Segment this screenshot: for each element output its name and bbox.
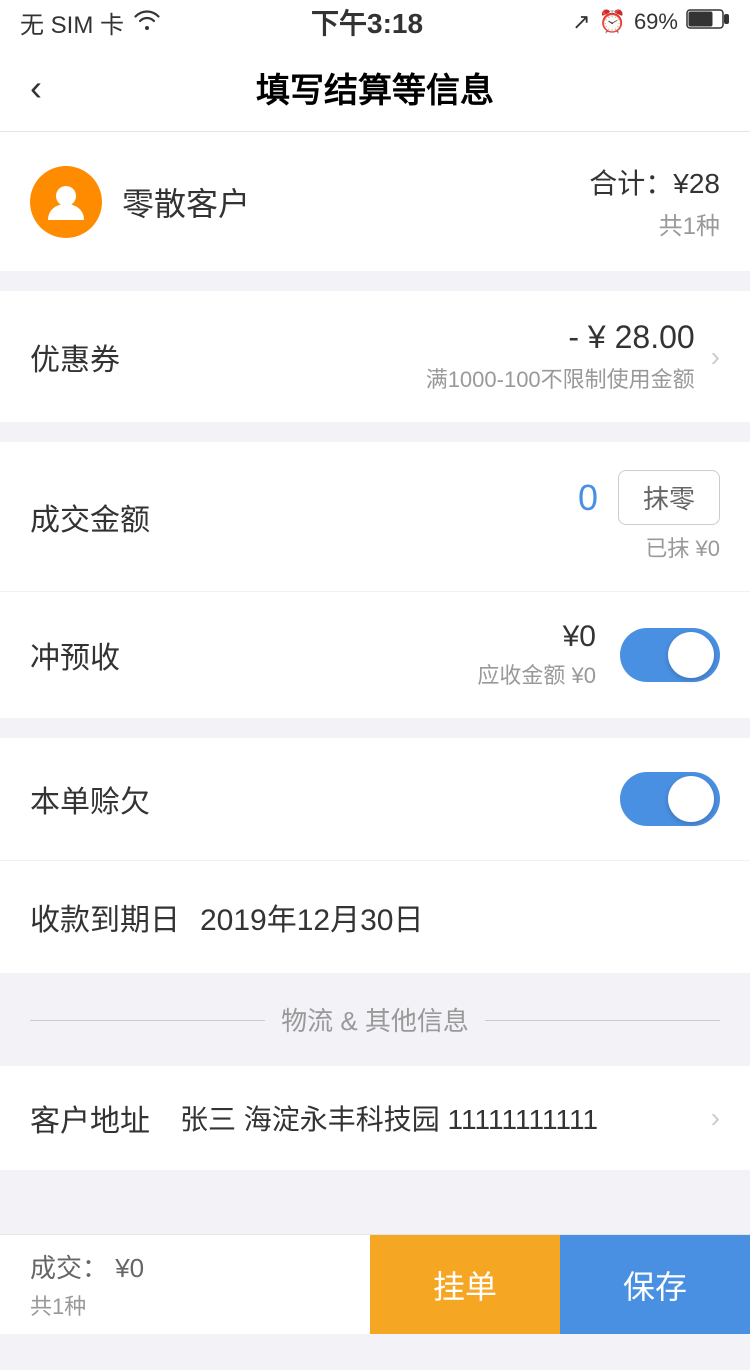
bottom-bar: 成交： ¥0 共1种 挂单 保存 [0, 1234, 750, 1334]
prereceive-row: 冲预收 ¥0 应收金额 ¥0 [0, 592, 750, 718]
transaction-value[interactable]: 0 [578, 477, 598, 519]
time-label: 下午3:18 [311, 2, 423, 42]
address-chevron-icon: › [711, 1102, 720, 1134]
bottom-deal-label: 成交： ¥0 [30, 1248, 340, 1285]
status-right: ↗ ⏰ 69% [572, 8, 730, 36]
transaction-input-area: 0 抹零 [578, 470, 720, 525]
transaction-right: 0 抹零 已抹 ¥0 [578, 470, 720, 563]
debt-row: 本单赊欠 [0, 738, 750, 861]
address-section[interactable]: 客户地址 张三 海淀永丰科技园 11111111111 › [0, 1066, 750, 1170]
coupon-label: 优惠券 [30, 335, 120, 379]
duedate-label: 收款到期日 [30, 895, 180, 939]
carrier-label: 无 SIM 卡 [20, 5, 124, 40]
duedate-row: 收款到期日 2019年12月30日 [0, 861, 750, 973]
divider-2 [0, 422, 750, 442]
duedate-value: 2019年12月30日 [200, 895, 423, 939]
customer-count: 共1种 [589, 206, 720, 241]
transaction-row: 成交金额 0 抹零 已抹 ¥0 [0, 442, 750, 592]
debt-section: 本单赊欠 收款到期日 2019年12月30日 [0, 738, 750, 973]
logistics-label: 物流 & 其他信息 [265, 1006, 485, 1036]
prereceive-main: ¥0 [477, 620, 596, 654]
coupon-section[interactable]: 优惠券 - ¥ 28.00 满1000-100不限制使用金额 › [0, 291, 750, 422]
wifi-icon [132, 8, 162, 37]
customer-right: 合计：¥28 共1种 [589, 162, 720, 241]
bottom-deal-count: 共1种 [30, 1289, 340, 1321]
bottom-info: 成交： ¥0 共1种 [0, 1235, 370, 1334]
customer-avatar [30, 166, 102, 238]
customer-row: 零散客户 合计：¥28 共1种 [0, 132, 750, 271]
prereceive-values: ¥0 应收金额 ¥0 [477, 620, 596, 690]
divider-1 [0, 271, 750, 291]
customer-name: 零散客户 [122, 179, 250, 225]
save-button[interactable]: 保存 [560, 1235, 750, 1334]
address-row[interactable]: 客户地址 张三 海淀永丰科技园 11111111111 › [0, 1066, 750, 1170]
transaction-label: 成交金额 [30, 495, 150, 539]
coupon-chevron-icon: › [711, 341, 720, 373]
alarm-icon: ⏰ [599, 9, 626, 35]
customer-info: 零散客户 [30, 166, 250, 238]
round-button[interactable]: 抹零 [618, 470, 720, 525]
prereceive-toggle[interactable] [620, 628, 720, 682]
transaction-section: 成交金额 0 抹零 已抹 ¥0 冲预收 ¥0 应收金额 ¥0 [0, 442, 750, 718]
pending-button[interactable]: 挂单 [370, 1235, 560, 1334]
address-label: 客户地址 [30, 1096, 150, 1140]
back-button[interactable]: ‹ [30, 57, 52, 119]
debt-label: 本单赊欠 [30, 777, 150, 821]
coupon-amount: - ¥ 28.00 [426, 319, 695, 356]
prereceive-label: 冲预收 [30, 633, 120, 677]
customer-section: 零散客户 合计：¥28 共1种 [0, 132, 750, 271]
status-left: 无 SIM 卡 [20, 5, 162, 40]
page-title: 填写结算等信息 [256, 63, 494, 112]
divider-3 [0, 718, 750, 738]
debt-toggle[interactable] [620, 772, 720, 826]
customer-total: 合计：¥28 [589, 162, 720, 202]
coupon-row[interactable]: 优惠券 - ¥ 28.00 满1000-100不限制使用金额 › [0, 291, 750, 422]
status-bar: 无 SIM 卡 下午3:18 ↗ ⏰ 69% [0, 0, 750, 44]
battery-icon [686, 8, 730, 36]
coupon-desc: 满1000-100不限制使用金额 [426, 362, 695, 394]
prereceive-right: ¥0 应收金额 ¥0 [477, 620, 720, 690]
nav-bar: ‹ 填写结算等信息 [0, 44, 750, 132]
transaction-sub: 已抹 ¥0 [645, 531, 720, 563]
battery-label: 69% [634, 9, 678, 35]
prereceive-sub: 应收金额 ¥0 [477, 658, 596, 690]
address-value: 张三 海淀永丰科技园 11111111111 [180, 1098, 711, 1138]
coupon-value-col: - ¥ 28.00 满1000-100不限制使用金额 [426, 319, 695, 394]
location-icon: ↗ [572, 9, 590, 35]
coupon-right: - ¥ 28.00 满1000-100不限制使用金额 › [426, 319, 720, 394]
logistics-divider: 物流 & 其他信息 [0, 973, 750, 1066]
